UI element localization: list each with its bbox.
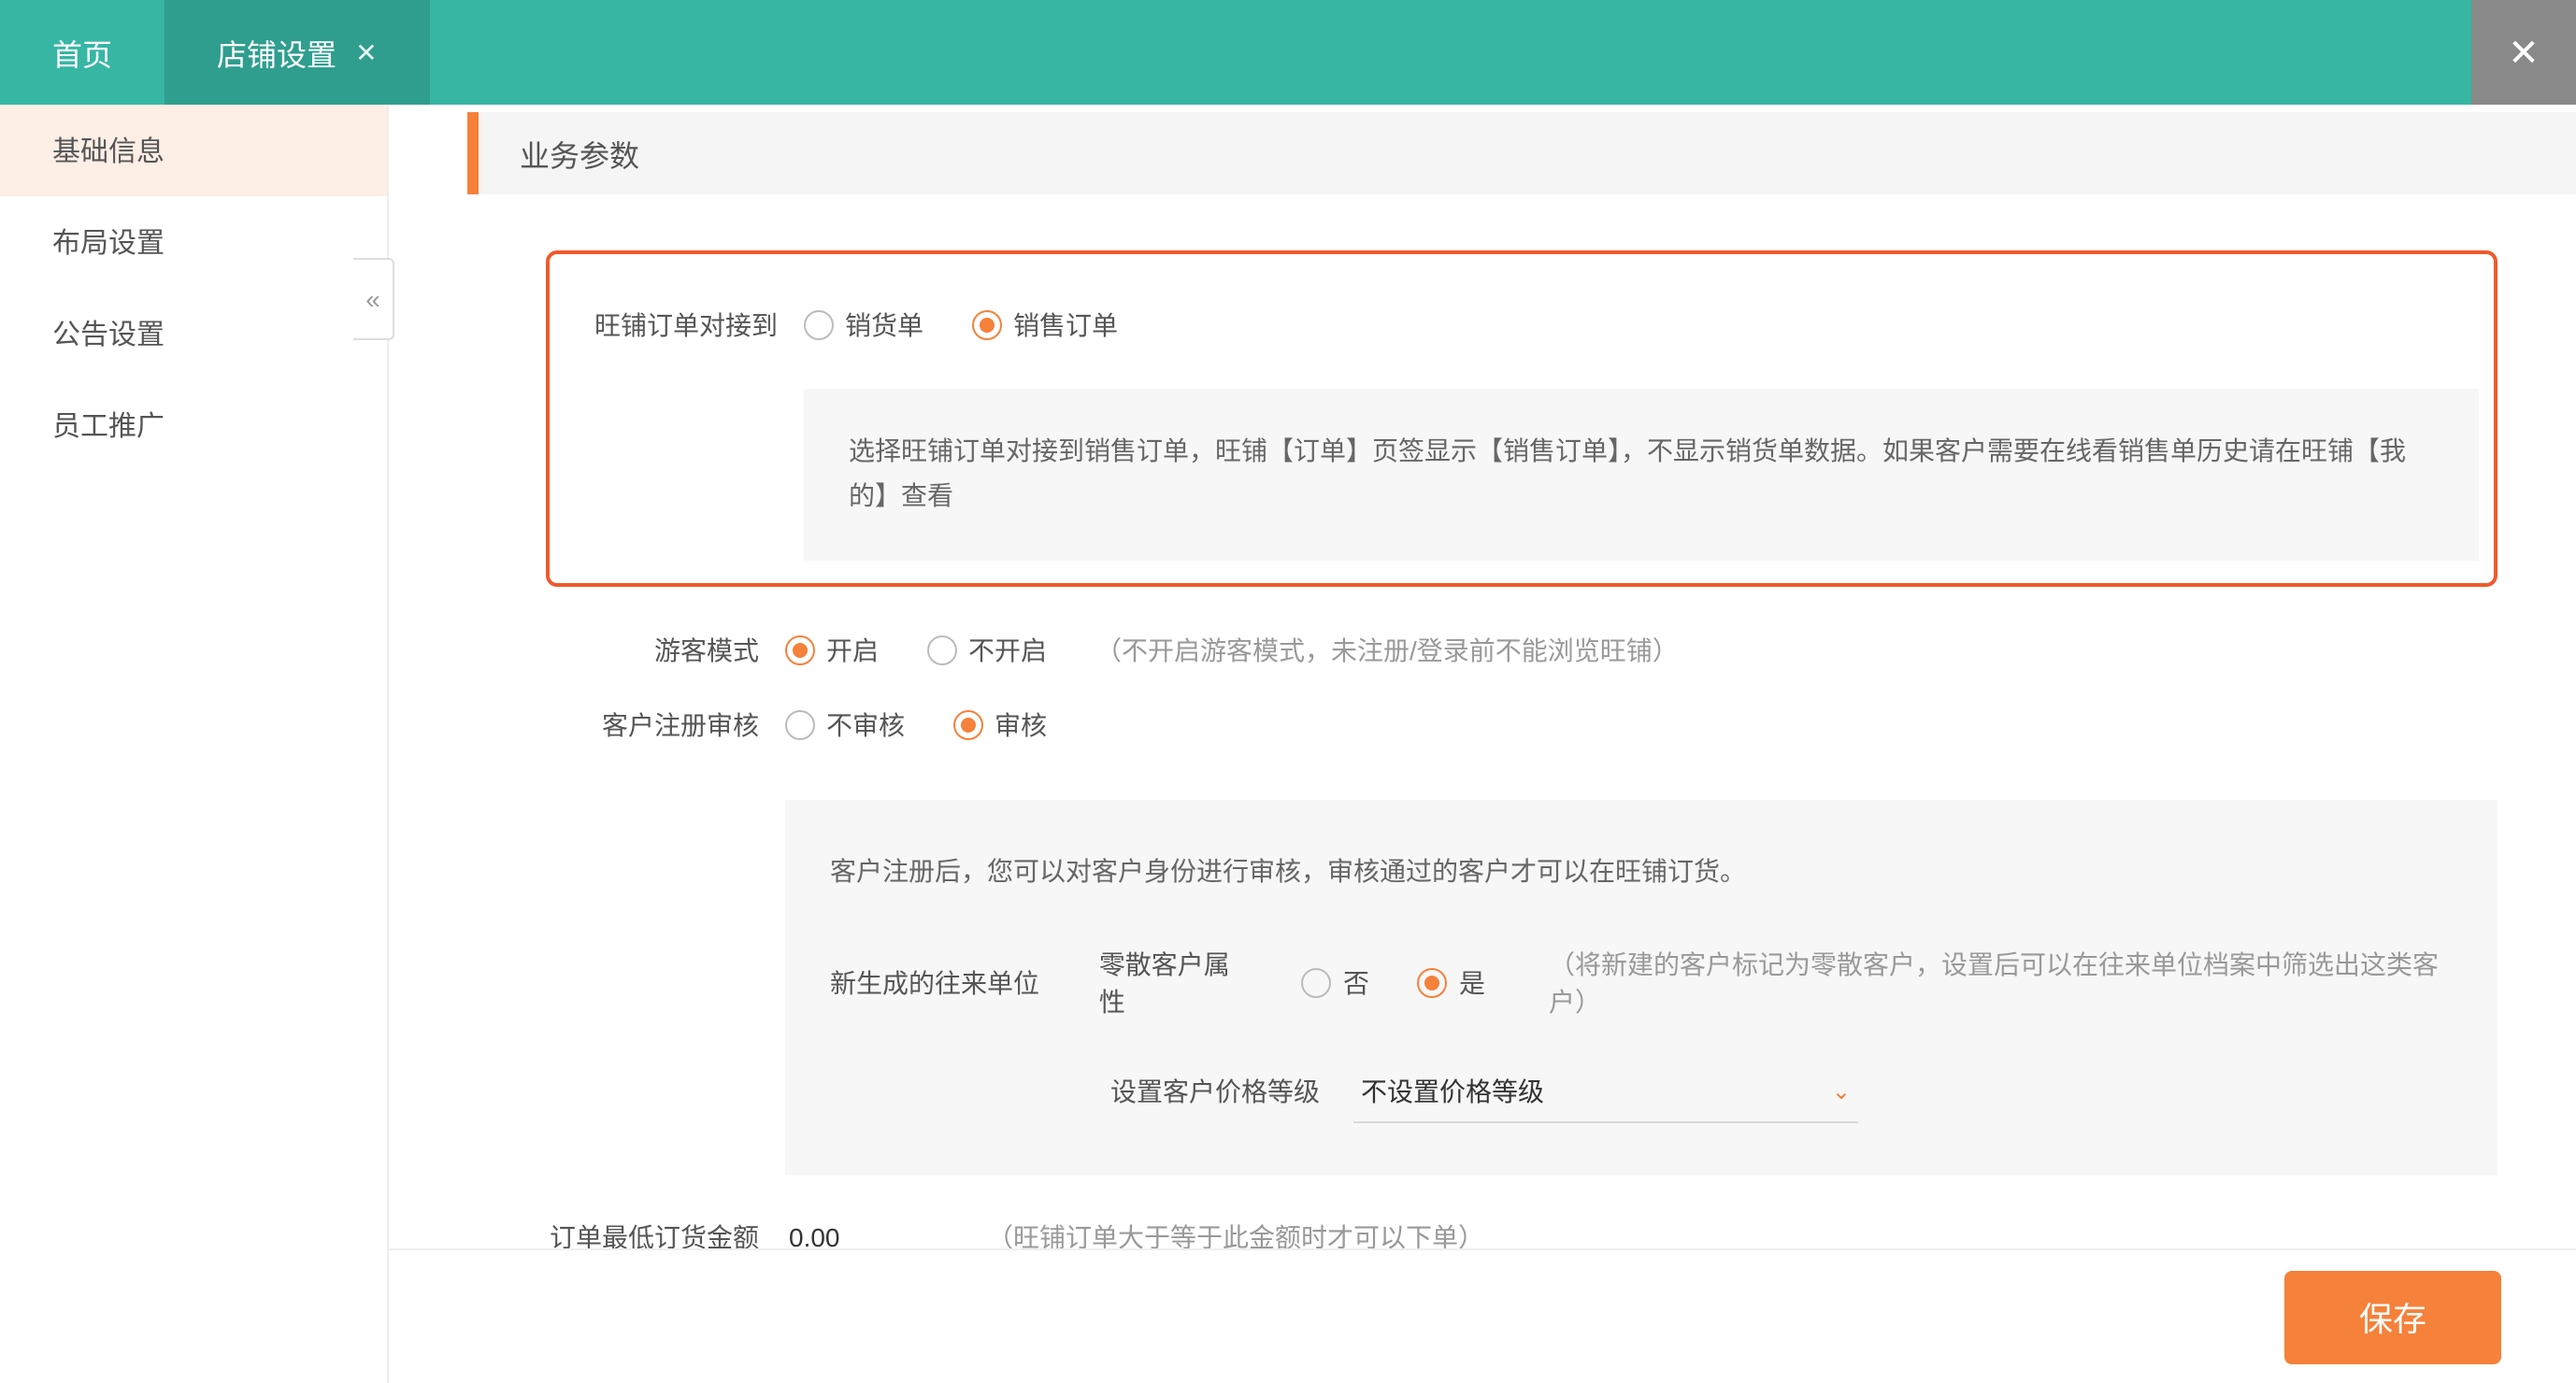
chevron-left-icon: « [365, 284, 380, 314]
sidebar: 基础信息 布局设置 公告设置 员工推广 « [0, 105, 389, 1383]
radio-dot [785, 709, 815, 739]
main-panel: 业务参数 旺铺订单对接到 销货单 销售订 [389, 105, 2576, 1383]
radio-label: 销货单 [845, 307, 923, 344]
radio-dot [927, 634, 957, 664]
guest-mode-label: 游客模式 [546, 631, 785, 668]
radio-dot [1418, 967, 1448, 997]
radio-guest-off[interactable]: 不开启 [927, 631, 1047, 668]
radio-label: 销售订单 [1013, 307, 1118, 344]
section-title: 业务参数 [520, 131, 639, 176]
sidebar-item-layout[interactable]: 布局设置 [0, 196, 387, 288]
radio-retail-no[interactable]: 否 [1302, 963, 1369, 1001]
sidebar-item-staff-promo[interactable]: 员工推广 [0, 379, 387, 471]
min-order-hint: （旺铺订单大于等于此金额时才可以下单） [987, 1219, 1484, 1248]
tabbar-spacer [430, 0, 2471, 105]
radio-dot [1302, 967, 1332, 997]
sidebar-item-notice[interactable]: 公告设置 [0, 288, 387, 379]
chevron-down-icon: ⌄ [1832, 1077, 1851, 1104]
save-button[interactable]: 保存 [2284, 1270, 2501, 1363]
order-mapping-info: 选择旺铺订单对接到销售订单，旺铺【订单】页签显示【销售订单】，不显示销货单数据。… [804, 389, 2479, 560]
tab-home-label: 首页 [52, 30, 112, 75]
new-unit-label: 新生成的往来单位 [830, 963, 1099, 1001]
top-tab-bar: 首页 店铺设置 ✕ ✕ [0, 0, 2576, 105]
retail-attr-label: 零散客户属性 [1099, 945, 1250, 1019]
min-order-input[interactable] [785, 1212, 935, 1248]
radio-dot [804, 310, 834, 340]
price-level-label: 设置客户价格等级 [1110, 1073, 1320, 1110]
tab-home[interactable]: 首页 [0, 0, 165, 105]
audit-label: 客户注册审核 [546, 706, 785, 743]
radio-label: 是 [1459, 963, 1485, 1001]
scroll-area[interactable]: 业务参数 旺铺订单对接到 销货单 销售订 [389, 105, 2576, 1248]
radio-order-sales-receipt[interactable]: 销货单 [804, 307, 923, 344]
tab-store-settings[interactable]: 店铺设置 ✕ [165, 0, 430, 105]
radio-label: 不开启 [968, 631, 1047, 668]
order-mapping-label: 旺铺订单对接到 [565, 307, 804, 344]
guest-mode-hint: （不开启游客模式，未注册/登录前不能浏览旺铺） [1095, 631, 1679, 668]
close-icon[interactable]: ✕ [355, 36, 377, 68]
radio-guest-on[interactable]: 开启 [785, 631, 879, 668]
audit-panel-desc: 客户注册后，您可以对客户身份进行审核，审核通过的客户才可以在旺铺订货。 [830, 851, 2453, 889]
min-order-label: 订单最低订货金额 [546, 1219, 785, 1248]
sidebar-item-basic-info[interactable]: 基础信息 [0, 105, 387, 196]
section-accent-bar [467, 112, 479, 194]
radio-retail-yes[interactable]: 是 [1418, 963, 1485, 1001]
tab-store-settings-label: 店铺设置 [217, 30, 336, 75]
radio-audit-yes[interactable]: 审核 [953, 706, 1047, 743]
window-close-button[interactable]: ✕ [2471, 0, 2576, 105]
radio-label: 否 [1343, 963, 1369, 1001]
radio-order-sales-order[interactable]: 销售订单 [972, 307, 1118, 344]
radio-label: 不审核 [826, 706, 905, 743]
radio-label: 审核 [995, 706, 1047, 743]
price-level-dropdown[interactable]: 不设置价格等级 ⌄ [1353, 1061, 1858, 1122]
footer-bar: 保存 [389, 1248, 2576, 1383]
radio-dot [953, 709, 983, 739]
radio-label: 开启 [826, 631, 879, 668]
order-mapping-highlight: 旺铺订单对接到 销货单 销售订单 选择旺铺订单对接到销售订单，旺铺【订单】页签显… [546, 250, 2497, 586]
section-header-biz: 业务参数 [467, 112, 2576, 194]
radio-audit-no[interactable]: 不审核 [785, 706, 905, 743]
retail-hint: （将新建的客户标记为零散客户，设置后可以在往来单位档案中筛选出这类客户） [1549, 945, 2453, 1019]
audit-sub-panel: 客户注册后，您可以对客户身份进行审核，审核通过的客户才可以在旺铺订货。 新生成的… [785, 799, 2497, 1175]
radio-dot [785, 634, 815, 664]
dropdown-value: 不设置价格等级 [1361, 1072, 1544, 1109]
radio-dot [972, 310, 1002, 340]
